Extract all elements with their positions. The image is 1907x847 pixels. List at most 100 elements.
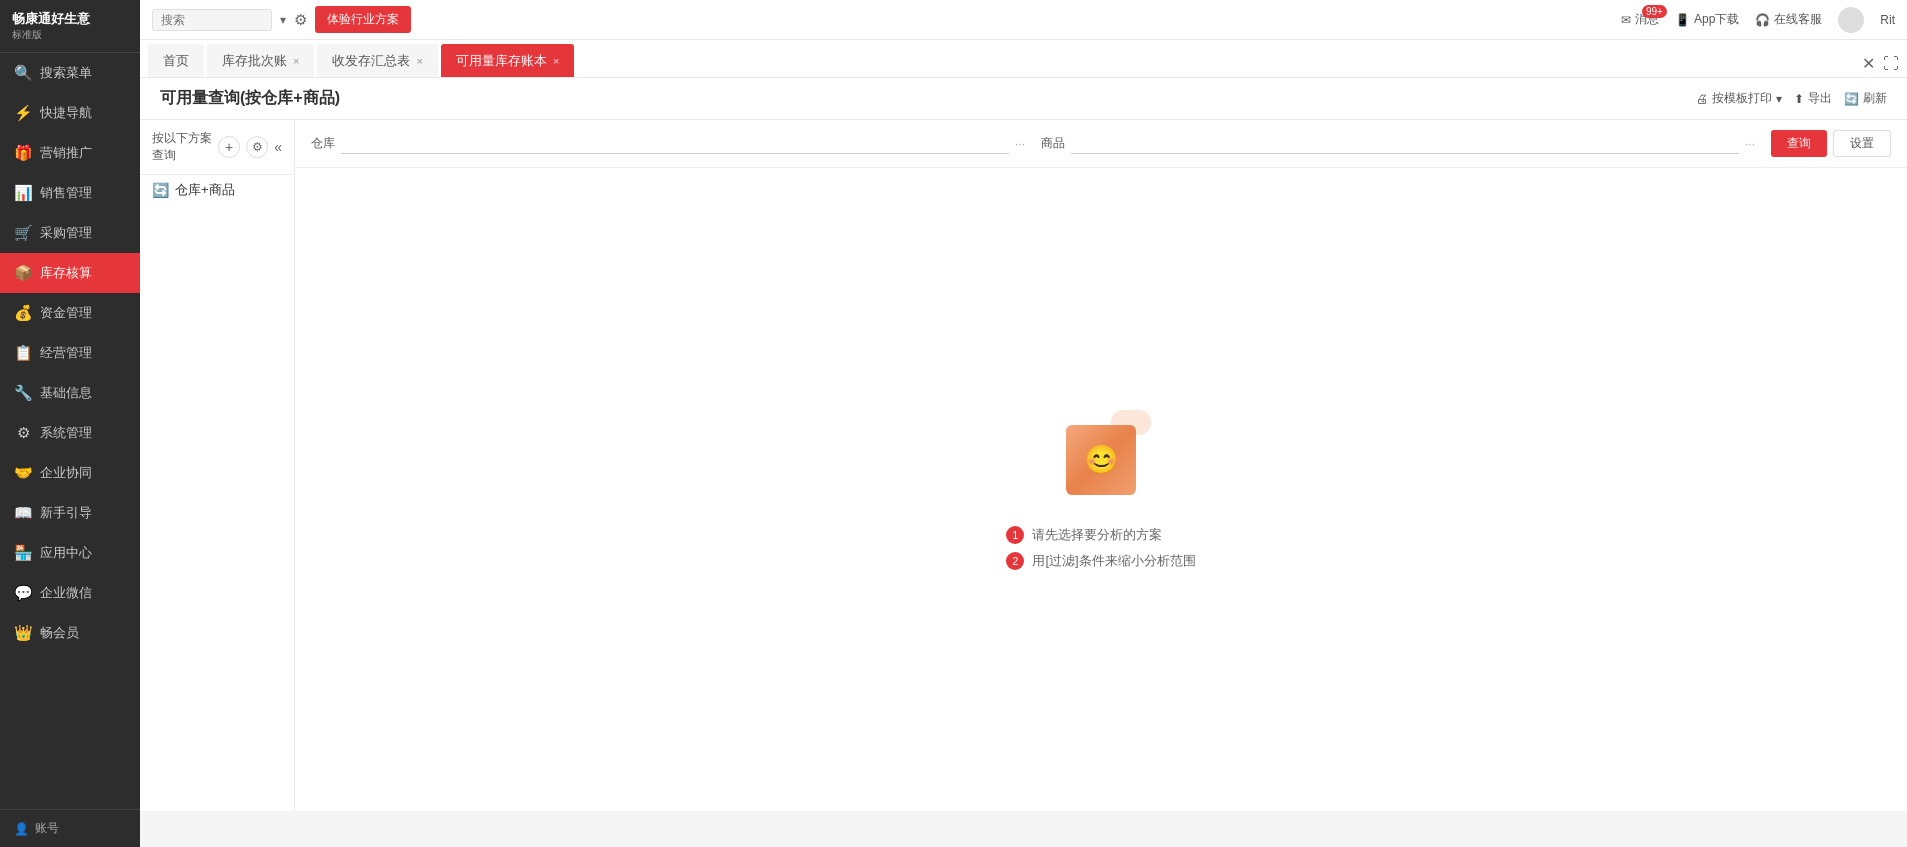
sidebar-item-operations[interactable]: 📋 经营管理 — [0, 333, 140, 373]
tab-receipt-summary[interactable]: 收发存汇总表 × — [317, 44, 437, 77]
print-label: 按模板打印 — [1712, 90, 1772, 107]
sidebar-item-appstore[interactable]: 🏪 应用中心 — [0, 533, 140, 573]
refresh-label: 刷新 — [1863, 90, 1887, 107]
sidebar-label-enterprise: 企业协同 — [40, 464, 92, 482]
user-name-label: Rit — [1880, 13, 1895, 27]
refresh-button[interactable]: 🔄 刷新 — [1844, 90, 1887, 107]
tab-available-ledger[interactable]: 可用量库存账本 × — [441, 44, 574, 77]
cq-query-button[interactable]: 查询 — [1771, 130, 1827, 157]
sidebar-icon-wechat: 💬 — [14, 584, 32, 602]
sidebar-item-shortcut[interactable]: ⚡ 快捷导航 — [0, 93, 140, 133]
sidebar-label-inventory: 库存核算 — [40, 264, 92, 282]
sidebar-icon-search: 🔍 — [14, 64, 32, 82]
industry-solution-button[interactable]: 体验行业方案 — [315, 6, 411, 33]
headset-icon: 🎧 — [1755, 13, 1770, 27]
warehouse-more-icon[interactable]: ··· — [1015, 137, 1025, 151]
hint-1-text: 请先选择要分析的方案 — [1032, 526, 1162, 544]
message-icon: ✉ — [1621, 13, 1631, 27]
print-button[interactable]: 🖨 按模板打印 ▾ — [1696, 90, 1782, 107]
sidebar-label-wechat: 企业微信 — [40, 584, 92, 602]
tab-label-receipt-summary: 收发存汇总表 — [332, 52, 410, 70]
header-search-input[interactable] — [152, 9, 272, 31]
cq-settings-button[interactable]: 设置 — [1833, 130, 1891, 157]
empty-illustration: 😊 — [1051, 410, 1151, 510]
header-message-item[interactable]: ✉ 消息 99+ — [1621, 11, 1659, 28]
expand-tab-button[interactable]: ⛶ — [1883, 55, 1899, 73]
sidebar-icon-finance: 💰 — [14, 304, 32, 322]
sidebar-scroll: 🔍 搜索菜单 ⚡ 快捷导航 🎁 营销推广 📊 销售管理 🛒 采购管理 📦 库存核… — [0, 53, 140, 809]
sidebar-icon-system: ⚙ — [14, 424, 32, 442]
account-icon: 👤 — [14, 822, 29, 836]
app-edition: 标准版 — [12, 28, 128, 42]
sidebar-item-system[interactable]: ⚙ 系统管理 — [0, 413, 140, 453]
warehouse-input[interactable] — [341, 133, 1009, 154]
empty-hint-1: 1 请先选择要分析的方案 — [1006, 526, 1195, 544]
header-app-download-item[interactable]: 📱 App下载 — [1675, 11, 1739, 28]
sidebar-item-search[interactable]: 🔍 搜索菜单 — [0, 53, 140, 93]
goods-input[interactable] — [1071, 133, 1739, 154]
sidebar-item-basic[interactable]: 🔧 基础信息 — [0, 373, 140, 413]
sidebar-icon-basic: 🔧 — [14, 384, 32, 402]
online-service-label: 在线客服 — [1774, 11, 1822, 28]
export-icon: ⬆ — [1794, 92, 1804, 106]
sidebar-bottom-account[interactable]: 👤 账号 — [0, 809, 140, 847]
sidebar-label-appstore: 应用中心 — [40, 544, 92, 562]
empty-state: 😊 1 请先选择要分析的方案 2 用[过滤]条件来缩小分析范围 — [295, 168, 1907, 811]
filter-add-button[interactable]: + — [218, 136, 240, 158]
sidebar-item-vip[interactable]: 👑 畅会员 — [0, 613, 140, 653]
sidebar-label-operations: 经营管理 — [40, 344, 92, 362]
hint-2-number: 2 — [1006, 552, 1024, 570]
close-tab-button[interactable]: ✕ — [1862, 54, 1875, 73]
tab-close-batch-account[interactable]: × — [293, 55, 299, 67]
sidebar-item-wechat[interactable]: 💬 企业微信 — [0, 573, 140, 613]
sidebar-label-marketing: 营销推广 — [40, 144, 92, 162]
warehouse-label: 仓库 — [311, 135, 335, 152]
content-query-bar: 仓库 ··· 商品 ··· 查询 设置 — [295, 120, 1907, 168]
header-online-service-item[interactable]: 🎧 在线客服 — [1755, 11, 1822, 28]
sidebar-icon-operations: 📋 — [14, 344, 32, 362]
filter-collapse-button[interactable]: « — [274, 139, 282, 155]
goods-more-icon[interactable]: ··· — [1745, 137, 1755, 151]
sidebar-icon-appstore: 🏪 — [14, 544, 32, 562]
account-label: 账号 — [35, 820, 59, 837]
tabs-right-actions: ✕ ⛶ — [1862, 54, 1899, 77]
tab-home[interactable]: 首页 — [148, 44, 204, 77]
export-button[interactable]: ⬆ 导出 — [1794, 90, 1832, 107]
message-badge: 99+ — [1642, 5, 1667, 18]
filter-settings-button[interactable]: ⚙ — [246, 136, 268, 158]
sidebar-label-search: 搜索菜单 — [40, 64, 92, 82]
sidebar: 畅康通好生意 标准版 🔍 搜索菜单 ⚡ 快捷导航 🎁 营销推广 📊 销售管理 🛒… — [0, 0, 140, 847]
empty-box-illustration: 😊 — [1066, 425, 1136, 495]
hint-2-text: 用[过滤]条件来缩小分析范围 — [1032, 552, 1195, 570]
sidebar-item-finance[interactable]: 💰 资金管理 — [0, 293, 140, 333]
tab-close-receipt-summary[interactable]: × — [416, 55, 422, 67]
filter-panel: 按以下方案查询 + ⚙ « 🔄 仓库+商品 — [140, 120, 295, 811]
sidebar-icon-purchase: 🛒 — [14, 224, 32, 242]
tab-label-available-ledger: 可用量库存账本 — [456, 52, 547, 70]
scheme-item-warehouse-goods[interactable]: 🔄 仓库+商品 — [140, 175, 294, 205]
sidebar-item-marketing[interactable]: 🎁 营销推广 — [0, 133, 140, 173]
scheme-icon: 🔄 — [152, 182, 169, 198]
goods-field: 商品 ··· — [1041, 133, 1755, 154]
tab-close-available-ledger[interactable]: × — [553, 55, 559, 67]
main-container: ▾ ⚙ 体验行业方案 ✉ 消息 99+ 📱 App下载 🎧 在线客服 Rit 首… — [140, 0, 1907, 847]
sidebar-icon-vip: 👑 — [14, 624, 32, 642]
page-title: 可用量查询(按仓库+商品) — [160, 88, 340, 109]
sidebar-label-finance: 资金管理 — [40, 304, 92, 322]
filter-label: 按以下方案查询 — [152, 130, 212, 164]
avatar[interactable] — [1838, 7, 1864, 33]
sidebar-item-sales[interactable]: 📊 销售管理 — [0, 173, 140, 213]
content-area: 仓库 ··· 商品 ··· 查询 设置 — [295, 120, 1907, 811]
empty-hints: 1 请先选择要分析的方案 2 用[过滤]条件来缩小分析范围 — [1006, 526, 1195, 570]
sidebar-label-guide: 新手引导 — [40, 504, 92, 522]
sidebar-item-inventory[interactable]: 📦 库存核算 — [0, 253, 140, 293]
sidebar-item-purchase[interactable]: 🛒 采购管理 — [0, 213, 140, 253]
sidebar-icon-enterprise: 🤝 — [14, 464, 32, 482]
sidebar-label-shortcut: 快捷导航 — [40, 104, 92, 122]
sidebar-item-enterprise[interactable]: 🤝 企业协同 — [0, 453, 140, 493]
tab-batch-account[interactable]: 库存批次账× — [207, 44, 314, 77]
header-dropdown-button[interactable]: ▾ — [280, 13, 286, 27]
sidebar-item-guide[interactable]: 📖 新手引导 — [0, 493, 140, 533]
refresh-icon: 🔄 — [1844, 92, 1859, 106]
header-gear-icon[interactable]: ⚙ — [294, 11, 307, 29]
